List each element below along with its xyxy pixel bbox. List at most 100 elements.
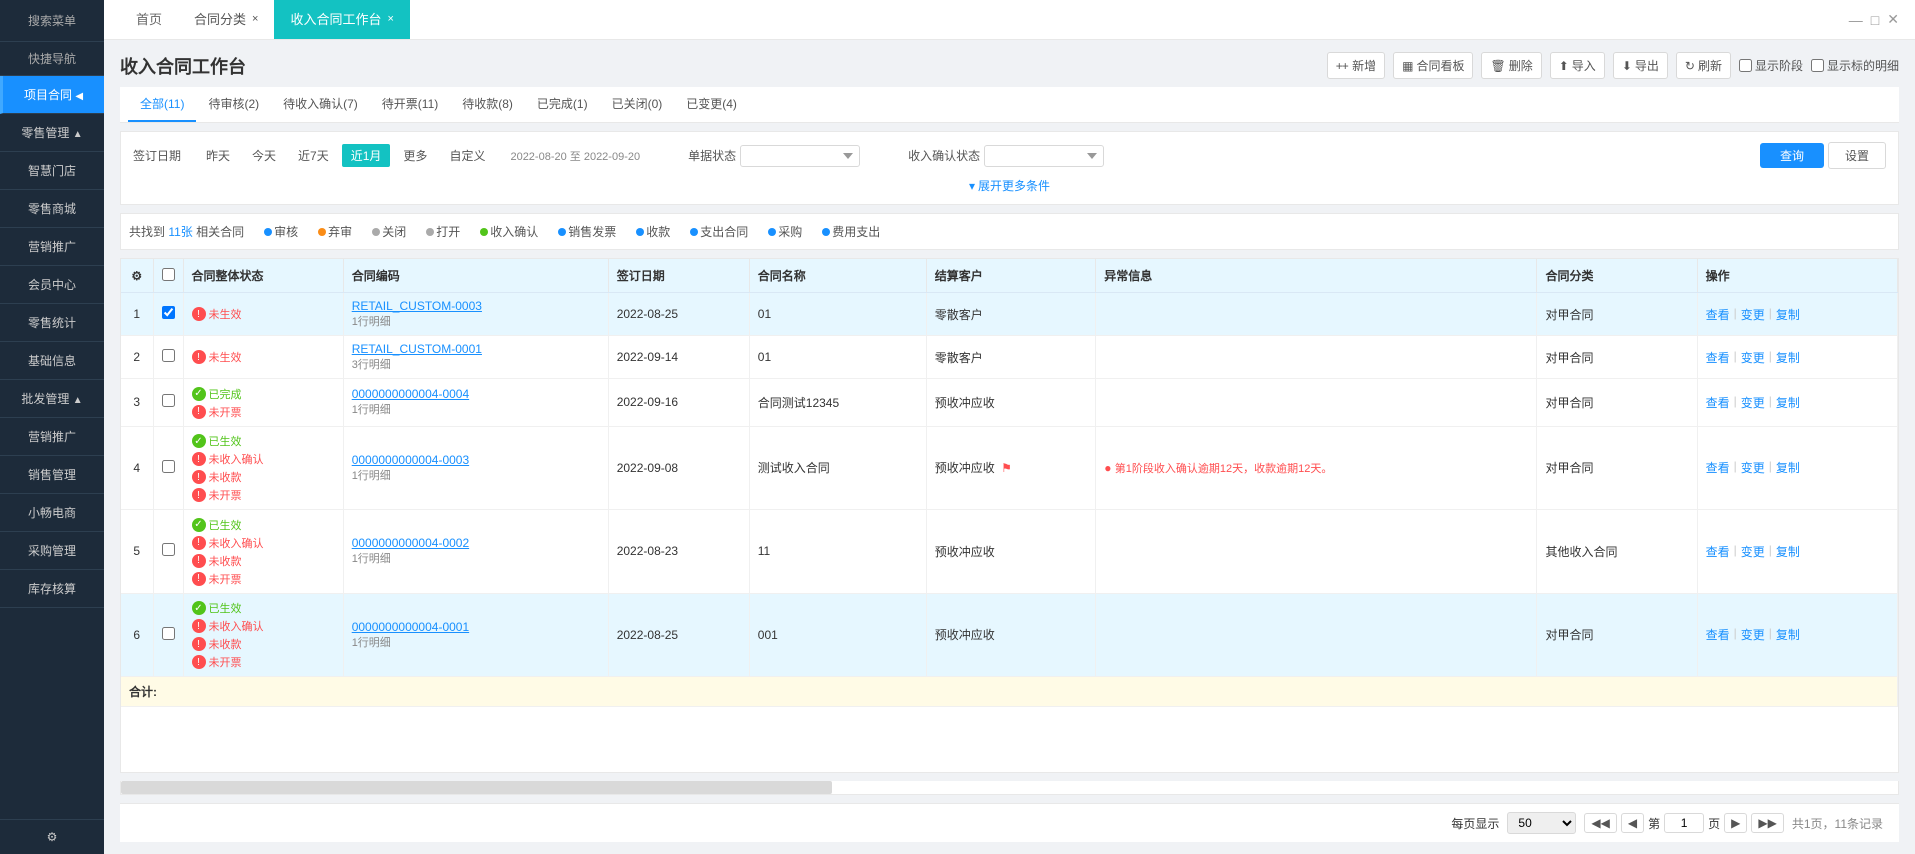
expand-button[interactable]: ▾ 展开更多条件 — [969, 177, 1050, 194]
row-checkbox[interactable] — [162, 306, 175, 319]
tab-home[interactable]: 首页 — [120, 0, 178, 39]
set-button[interactable]: 设置 — [1828, 142, 1886, 169]
view-link[interactable]: 查看 — [1706, 626, 1730, 643]
view-link[interactable]: 查看 — [1706, 543, 1730, 560]
new-button[interactable]: + + 新增 — [1327, 52, 1385, 79]
view-link[interactable]: 查看 — [1706, 459, 1730, 476]
refresh-button[interactable]: ↻ 刷新 — [1676, 52, 1731, 79]
filter-tab-all[interactable]: 全部(11) — [128, 87, 196, 122]
next-page-btn[interactable]: ▶ — [1724, 813, 1747, 833]
copy-link[interactable]: 复制 — [1776, 349, 1800, 366]
date-btn-custom[interactable]: 自定义 — [440, 144, 494, 167]
h-scrollbar[interactable] — [120, 781, 1899, 795]
copy-link[interactable]: 复制 — [1776, 459, 1800, 476]
change-link[interactable]: 变更 — [1741, 626, 1765, 643]
change-link[interactable]: 变更 — [1741, 459, 1765, 476]
doc-status-select[interactable] — [740, 145, 860, 167]
sidebar-item-retail-stats[interactable]: 零售统计 — [0, 304, 104, 342]
sidebar-item-inventory[interactable]: 库存核算 — [0, 570, 104, 608]
change-link[interactable]: 变更 — [1741, 543, 1765, 560]
contract-code-link[interactable]: 0000000000004-0003 — [352, 453, 469, 467]
tab-close-icon[interactable]: × — [252, 13, 258, 25]
import-button[interactable]: ⬆ 导入 — [1550, 52, 1605, 79]
sidebar-item-member[interactable]: 会员中心 — [0, 266, 104, 304]
tab-close-icon[interactable]: × — [387, 13, 393, 25]
income-confirm-btn[interactable]: 收入确认 — [472, 220, 546, 243]
copy-link[interactable]: 复制 — [1776, 394, 1800, 411]
view-link[interactable]: 查看 — [1706, 394, 1730, 411]
kanban-button[interactable]: ▦ 合同看板 — [1393, 52, 1473, 79]
date-btn-today[interactable]: 今天 — [243, 144, 285, 167]
window-close-btn[interactable]: ✕ — [1887, 11, 1899, 28]
sidebar-item-marketing[interactable]: 营销推广 — [0, 228, 104, 266]
close-contract-btn[interactable]: 关闭 — [364, 220, 414, 243]
sidebar-item-wholesale[interactable]: 批发管理 ▲ — [0, 380, 104, 418]
change-link[interactable]: 变更 — [1741, 394, 1765, 411]
change-link[interactable]: 变更 — [1741, 349, 1765, 366]
expense-pay-btn[interactable]: 费用支出 — [814, 220, 888, 243]
pay-contract-btn[interactable]: 支出合同 — [682, 220, 756, 243]
row-checkbox[interactable] — [162, 349, 175, 362]
sidebar-item-basic-info[interactable]: 基础信息 — [0, 342, 104, 380]
row-checkbox[interactable] — [162, 394, 175, 407]
filter-tab-pending-invoice[interactable]: 待开票(11) — [370, 87, 450, 122]
page-size-select[interactable]: 50 10 20 100 — [1507, 812, 1576, 834]
filter-tab-completed[interactable]: 已完成(1) — [525, 87, 600, 122]
sidebar-item-purchase[interactable]: 采购管理 — [0, 532, 104, 570]
date-btn-last7[interactable]: 近7天 — [289, 144, 338, 167]
contract-code-link[interactable]: 0000000000004-0002 — [352, 536, 469, 550]
prev-page-btn[interactable]: ◀ — [1621, 813, 1644, 833]
row-checkbox[interactable] — [162, 460, 175, 473]
filter-tab-pending-review[interactable]: 待审核(2) — [196, 87, 271, 122]
tab-contract-cat[interactable]: 合同分类 × — [178, 0, 274, 39]
review-btn[interactable]: 审核 — [256, 220, 306, 243]
sidebar-item-retail-mall[interactable]: 零售商城 — [0, 190, 104, 228]
show-stage-checkbox[interactable]: 显示阶段 — [1739, 57, 1803, 74]
tab-income-contract[interactable]: 收入合同工作台 × — [274, 0, 409, 39]
contract-code-link[interactable]: RETAIL_CUSTOM-0001 — [352, 342, 482, 356]
date-btn-last1month[interactable]: 近1月 — [342, 144, 391, 167]
sidebar-settings[interactable]: ⚙ — [0, 819, 104, 854]
delete-button[interactable]: 🗑 删除 — [1481, 52, 1541, 79]
filter-tab-closed[interactable]: 已关闭(0) — [600, 87, 675, 122]
view-link[interactable]: 查看 — [1706, 349, 1730, 366]
date-btn-yesterday[interactable]: 昨天 — [197, 144, 239, 167]
sidebar-item-marketing2[interactable]: 营销推广 — [0, 418, 104, 456]
row-checkbox[interactable] — [162, 543, 175, 556]
contract-code-link[interactable]: 0000000000004-0001 — [352, 620, 469, 634]
select-all-checkbox[interactable] — [162, 268, 175, 281]
filter-tab-pending-confirm[interactable]: 待收入确认(7) — [271, 87, 370, 122]
row-checkbox[interactable] — [162, 627, 175, 640]
income-confirm-select[interactable] — [984, 145, 1104, 167]
show-detail-checkbox[interactable]: 显示标的明细 — [1811, 57, 1899, 74]
sidebar-item-sales-mgmt[interactable]: 销售管理 — [0, 456, 104, 494]
page-number-input[interactable] — [1664, 813, 1704, 833]
abandon-btn[interactable]: 弃审 — [310, 220, 360, 243]
contract-code-link[interactable]: 0000000000004-0004 — [352, 387, 469, 401]
open-btn[interactable]: 打开 — [418, 220, 468, 243]
sidebar-search[interactable]: 搜索菜单 — [0, 0, 104, 42]
change-link[interactable]: 变更 — [1741, 306, 1765, 323]
col-settings[interactable]: ⚙ — [121, 259, 153, 293]
sidebar-item-smart-store[interactable]: 智慧门店 — [0, 152, 104, 190]
query-button[interactable]: 查询 — [1760, 143, 1824, 168]
collection-btn[interactable]: 收款 — [628, 220, 678, 243]
sidebar-nav[interactable]: 快捷导航 — [0, 42, 104, 76]
last-page-btn[interactable]: ▶▶ — [1751, 813, 1783, 833]
sidebar-item-project[interactable]: 项目合同 ◀ — [0, 76, 104, 114]
purchase-btn[interactable]: 采购 — [760, 220, 810, 243]
export-button[interactable]: ⬇ 导出 — [1613, 52, 1668, 79]
copy-link[interactable]: 复制 — [1776, 306, 1800, 323]
window-maximize-btn[interactable]: □ — [1871, 12, 1879, 28]
view-link[interactable]: 查看 — [1706, 306, 1730, 323]
sidebar-item-retail-mgmt[interactable]: 零售管理 ▲ — [0, 114, 104, 152]
first-page-btn[interactable]: ◀◀ — [1584, 813, 1616, 833]
filter-tab-pending-payment[interactable]: 待收款(8) — [450, 87, 525, 122]
copy-link[interactable]: 复制 — [1776, 626, 1800, 643]
copy-link[interactable]: 复制 — [1776, 543, 1800, 560]
sales-invoice-btn[interactable]: 销售发票 — [550, 220, 624, 243]
window-minimize-btn[interactable]: — — [1849, 12, 1863, 28]
sidebar-item-ecommerce[interactable]: 小畅电商 — [0, 494, 104, 532]
date-btn-more[interactable]: 更多 — [394, 144, 436, 167]
contract-code-link[interactable]: RETAIL_CUSTOM-0003 — [352, 299, 482, 313]
